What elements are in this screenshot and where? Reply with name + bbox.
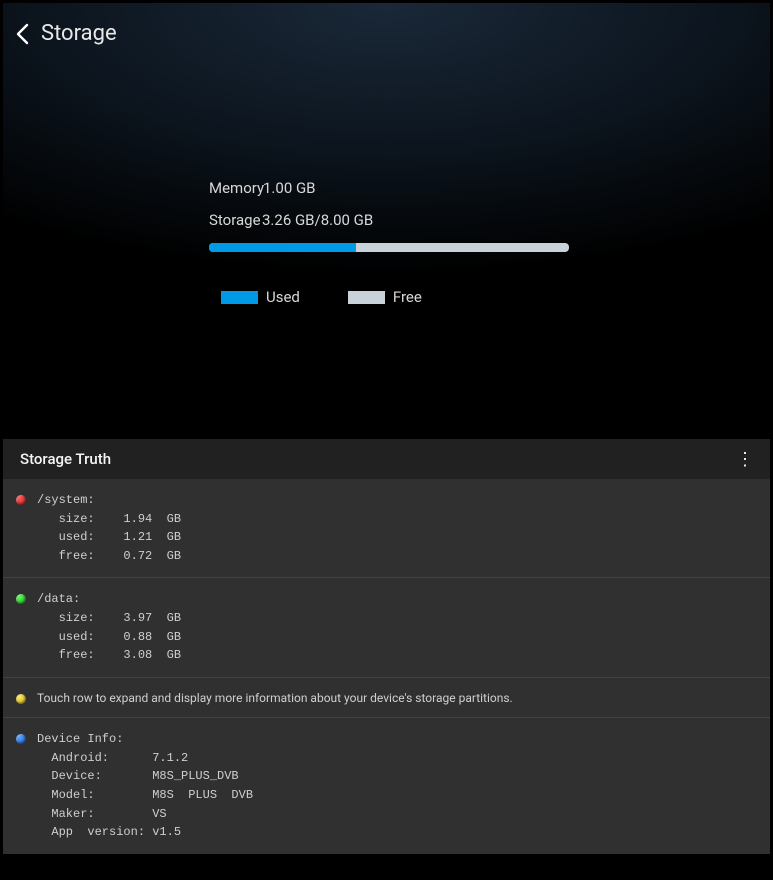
page-title: Storage (41, 21, 117, 46)
partition-row-data[interactable]: /data: size: 3.97 GB used: 0.88 GB free:… (3, 578, 770, 677)
legend-free: Free (348, 288, 422, 306)
device-info-text: Device Info: Android: 7.1.2 Device: M8S_… (37, 730, 253, 842)
legend-used: Used (221, 288, 300, 306)
partition-row-system[interactable]: /system: size: 1.94 GB used: 1.21 GB fre… (3, 479, 770, 578)
storage-progress-bar (209, 243, 569, 252)
hint-row[interactable]: Touch row to expand and display more inf… (3, 678, 770, 718)
used-swatch-icon (221, 291, 258, 304)
legend: Used Free (209, 288, 770, 306)
hint-text: Touch row to expand and display more inf… (37, 690, 513, 705)
storage-label: Storage (209, 211, 262, 229)
memory-value: 1.00 GB (263, 179, 316, 197)
header: Storage (3, 3, 770, 64)
storage-value: 3.26 GB/8.00 GB (262, 211, 373, 229)
green-dot-icon (16, 594, 26, 604)
app-header: Storage Truth ⋮ (3, 439, 770, 479)
memory-label: Memory (209, 179, 263, 197)
legend-free-label: Free (393, 288, 422, 306)
memory-row: Memory 1.00 GB (209, 179, 770, 197)
blue-dot-icon (16, 734, 26, 744)
storage-content: Memory 1.00 GB Storage 3.26 GB/8.00 GB U… (3, 64, 770, 306)
overflow-menu-icon[interactable]: ⋮ (730, 449, 760, 470)
storage-settings-panel: Storage Memory 1.00 GB Storage 3.26 GB/8… (3, 3, 770, 433)
legend-used-label: Used (266, 288, 300, 306)
device-info-row[interactable]: Device Info: Android: 7.1.2 Device: M8S_… (3, 718, 770, 854)
back-icon[interactable] (11, 22, 35, 46)
app-title: Storage Truth (20, 450, 111, 468)
storage-truth-panel: Storage Truth ⋮ /system: size: 1.94 GB u… (3, 439, 770, 854)
partition-text: /data: size: 3.97 GB used: 0.88 GB free:… (37, 590, 181, 664)
yellow-dot-icon (16, 694, 26, 704)
partition-text: /system: size: 1.94 GB used: 1.21 GB fre… (37, 491, 181, 565)
red-dot-icon (16, 495, 26, 505)
storage-row: Storage 3.26 GB/8.00 GB (209, 211, 770, 229)
storage-progress-fill (209, 243, 356, 252)
free-swatch-icon (348, 291, 385, 304)
